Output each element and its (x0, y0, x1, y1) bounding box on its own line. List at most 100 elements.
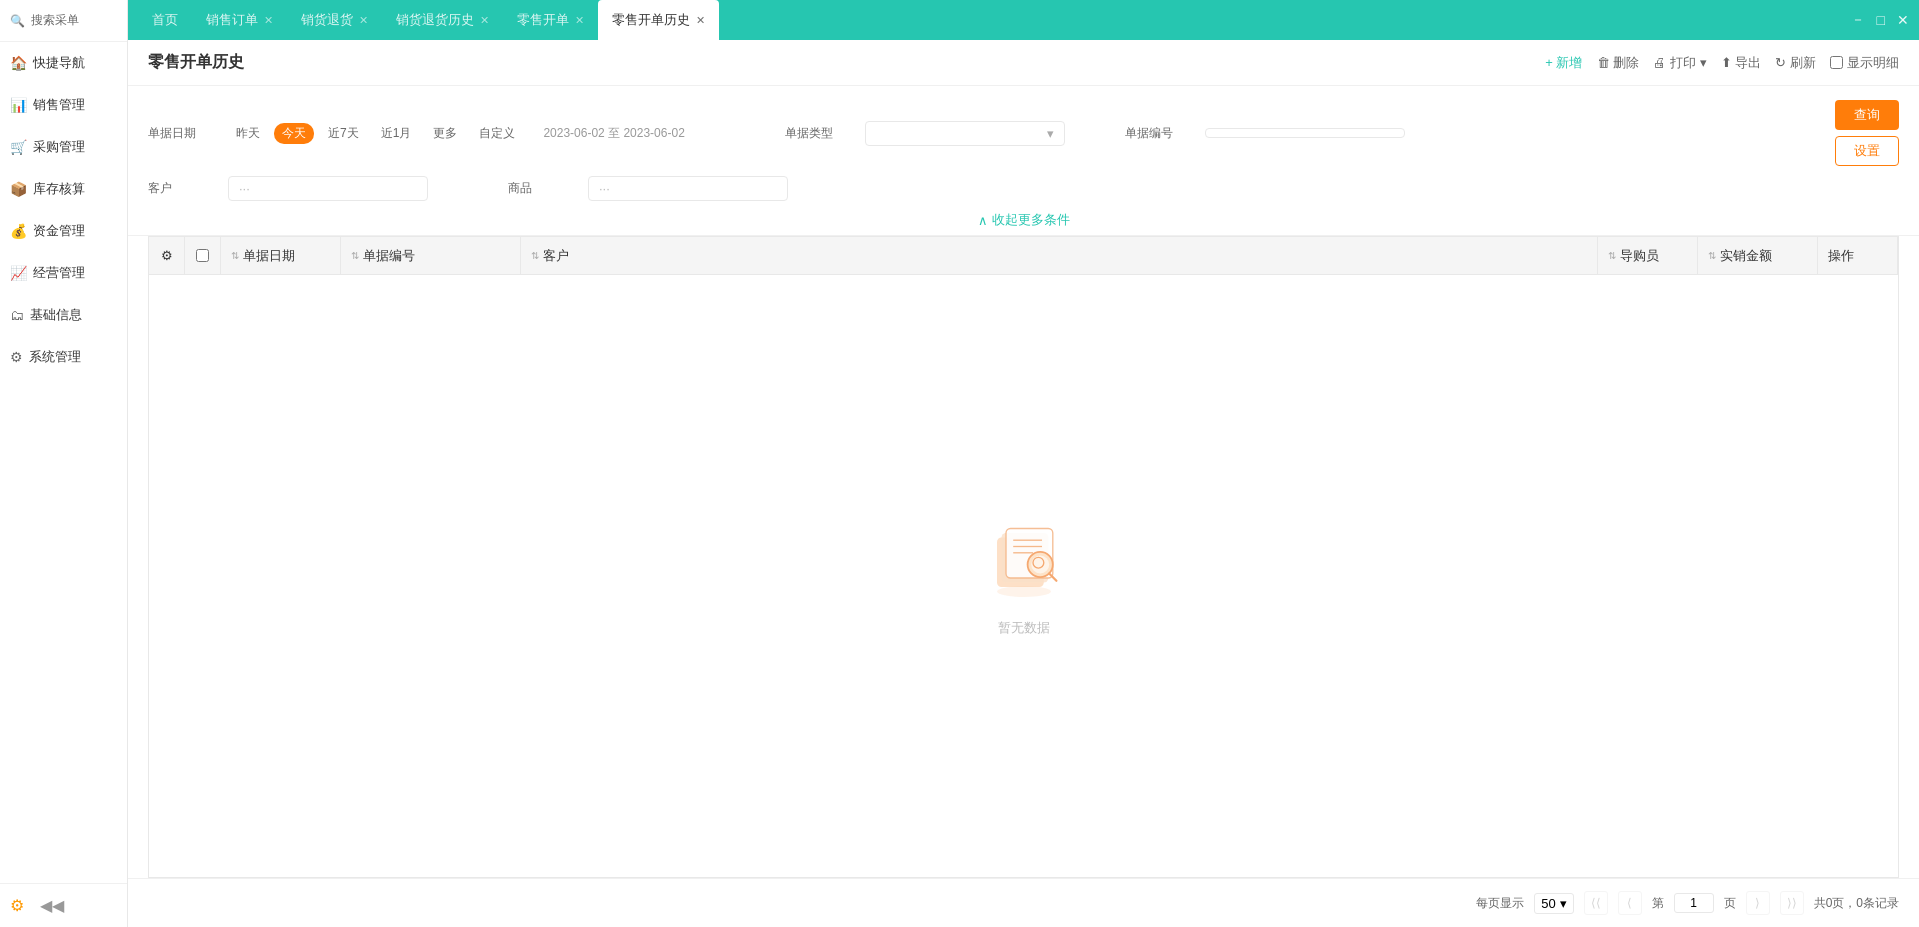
today-btn[interactable]: 今天 (274, 123, 314, 144)
th-date[interactable]: ⇅ 单据日期 (221, 237, 341, 274)
sidebar-item-label: 快捷导航 (33, 54, 85, 72)
tab-sales-return[interactable]: 销货退货 ✕ (287, 0, 382, 40)
tab-retail-open[interactable]: 零售开单 ✕ (503, 0, 598, 40)
more-btn[interactable]: 更多 (425, 123, 465, 144)
page-total: 共0页，0条记录 (1814, 895, 1899, 912)
tab-sales-order-close[interactable]: ✕ (264, 14, 273, 27)
page-number-input[interactable] (1674, 893, 1714, 913)
th-customer-label: 客户 (543, 247, 569, 265)
th-order-no[interactable]: ⇅ 单据编号 (341, 237, 521, 274)
goods-input[interactable]: ··· (588, 176, 788, 201)
doc-no-label: 单据编号 (1125, 125, 1185, 142)
empty-state: 暂无数据 (979, 515, 1069, 637)
th-amount[interactable]: ⇅ 实销金额 (1698, 237, 1818, 274)
date-filter-label: 单据日期 (148, 125, 208, 142)
collapse-filter-btn[interactable]: ∧ 收起更多条件 (978, 211, 1070, 229)
system-icon: ⚙ (10, 349, 23, 365)
export-button[interactable]: ⬆ 导出 (1721, 54, 1762, 72)
page-label: 第 (1652, 895, 1664, 912)
tab-retail-history-label: 零售开单历史 (612, 11, 690, 29)
tab-retail-open-close[interactable]: ✕ (575, 14, 584, 27)
prev-page-btn[interactable]: ⟨ (1618, 891, 1642, 915)
svg-point-0 (997, 586, 1051, 597)
sidebar-search-label: 搜索采单 (31, 12, 79, 29)
sidebar-item-label: 经营管理 (33, 264, 85, 282)
tab-sales-return-history-label: 销货退货历史 (396, 11, 474, 29)
tab-retail-history-close[interactable]: ✕ (696, 14, 705, 27)
sidebar-search[interactable]: 🔍 搜索采单 (0, 0, 127, 42)
tab-home[interactable]: 首页 (138, 0, 192, 40)
filter-right-buttons: 查询 设置 (1835, 100, 1899, 166)
operations-icon: 📈 (10, 265, 27, 281)
filter-row-2: 客户 ··· 商品 ··· (148, 176, 1899, 201)
goods-dots: ··· (599, 181, 610, 196)
first-page-btn[interactable]: ⟨⟨ (1584, 891, 1608, 915)
filter-settings-button[interactable]: 设置 (1835, 136, 1899, 166)
customer-dots: ··· (239, 181, 250, 196)
print-button[interactable]: 🖨 打印 ▾ (1653, 54, 1707, 72)
collapse-sidebar-btn[interactable]: ◀◀ (40, 896, 64, 915)
yesterday-btn[interactable]: 昨天 (228, 123, 268, 144)
sidebar-bottom: ⚙ ◀◀ (0, 883, 127, 927)
per-page-arrow: ▾ (1560, 896, 1567, 911)
display-detail-input[interactable] (1830, 56, 1843, 69)
filter-row-1: 单据日期 昨天 今天 近7天 近1月 更多 自定义 2023-06-02 至 2… (148, 100, 1899, 166)
per-page-label: 每页显示 (1476, 895, 1524, 912)
purchase-icon: 🛒 (10, 139, 27, 155)
sidebar-item-finance[interactable]: 💰 资金管理 (0, 210, 127, 252)
sidebar-item-inventory[interactable]: 📦 库存核算 (0, 168, 127, 210)
th-date-label: 单据日期 (243, 247, 295, 265)
sidebar-item-sales[interactable]: 📊 销售管理 (0, 84, 127, 126)
tab-sales-order[interactable]: 销售订单 ✕ (192, 0, 287, 40)
tab-home-label: 首页 (152, 11, 178, 29)
th-guide[interactable]: ⇅ 导购员 (1598, 237, 1698, 274)
search-icon: 🔍 (10, 14, 25, 28)
tab-sales-return-history-close[interactable]: ✕ (480, 14, 489, 27)
th-checkbox[interactable] (185, 237, 221, 274)
add-button[interactable]: + 新增 (1545, 54, 1582, 72)
tab-sales-return-close[interactable]: ✕ (359, 14, 368, 27)
sidebar-item-label: 系统管理 (29, 348, 81, 366)
customer-input[interactable]: ··· (228, 176, 428, 201)
customer-label: 客户 (148, 180, 208, 197)
custom-btn[interactable]: 自定义 (471, 123, 523, 144)
sidebar-item-quick-nav[interactable]: 🏠 快捷导航 (0, 42, 127, 84)
goods-label: 商品 (508, 180, 568, 197)
content-area: 零售开单历史 + 新增 🗑 删除 🖨 打印 ▾ ⬆ 导出 ↻ 刷新 显示明细 (128, 40, 1919, 927)
sidebar: 🔍 搜索采单 🏠 快捷导航 📊 销售管理 🛒 采购管理 📦 库存核算 💰 资金管… (0, 0, 128, 927)
next-page-btn[interactable]: ⟩ (1746, 891, 1770, 915)
close-btn[interactable]: ✕ (1897, 12, 1909, 28)
last-page-btn[interactable]: ⟩⟩ (1780, 891, 1804, 915)
query-button[interactable]: 查询 (1835, 100, 1899, 130)
per-page-select[interactable]: 50 ▾ (1534, 893, 1573, 914)
doc-no-input[interactable] (1205, 128, 1405, 138)
delete-button[interactable]: 🗑 删除 (1597, 54, 1640, 72)
tab-sales-return-history[interactable]: 销货退货历史 ✕ (382, 0, 503, 40)
sidebar-item-operations[interactable]: 📈 经营管理 (0, 252, 127, 294)
last-month-btn[interactable]: 近1月 (373, 123, 420, 144)
display-detail-checkbox[interactable]: 显示明细 (1830, 54, 1899, 72)
refresh-button[interactable]: ↻ 刷新 (1775, 54, 1816, 72)
table-body: 暂无数据 (148, 274, 1899, 878)
date-quick-group: 昨天 今天 近7天 近1月 更多 自定义 (228, 123, 523, 144)
page-header: 零售开单历史 + 新增 🗑 删除 🖨 打印 ▾ ⬆ 导出 ↻ 刷新 显示明细 (128, 40, 1919, 86)
table-header: ⚙ ⇅ 单据日期 ⇅ 单据编号 ⇅ 客户 ⇅ (148, 236, 1899, 274)
th-settings[interactable]: ⚙ (149, 237, 185, 274)
select-all-checkbox[interactable] (196, 249, 209, 262)
sales-icon: 📊 (10, 97, 27, 113)
settings-icon-btn[interactable]: ⚙ (10, 896, 24, 915)
inventory-icon: 📦 (10, 181, 27, 197)
last7-btn[interactable]: 近7天 (320, 123, 367, 144)
th-guide-label: 导购员 (1620, 247, 1659, 265)
sidebar-item-system[interactable]: ⚙ 系统管理 (0, 336, 127, 378)
minimize-btn[interactable]: － (1851, 11, 1865, 29)
sidebar-item-label: 资金管理 (33, 222, 85, 240)
th-customer[interactable]: ⇅ 客户 (521, 237, 1598, 274)
tab-retail-history[interactable]: 零售开单历史 ✕ (598, 0, 719, 40)
doc-type-select[interactable]: ▾ (865, 121, 1065, 146)
th-ops-label: 操作 (1828, 247, 1854, 265)
sidebar-item-basic[interactable]: 🗂 基础信息 (0, 294, 127, 336)
th-order-no-label: 单据编号 (363, 247, 415, 265)
sidebar-item-purchase[interactable]: 🛒 采购管理 (0, 126, 127, 168)
maximize-btn[interactable]: □ (1877, 12, 1885, 28)
